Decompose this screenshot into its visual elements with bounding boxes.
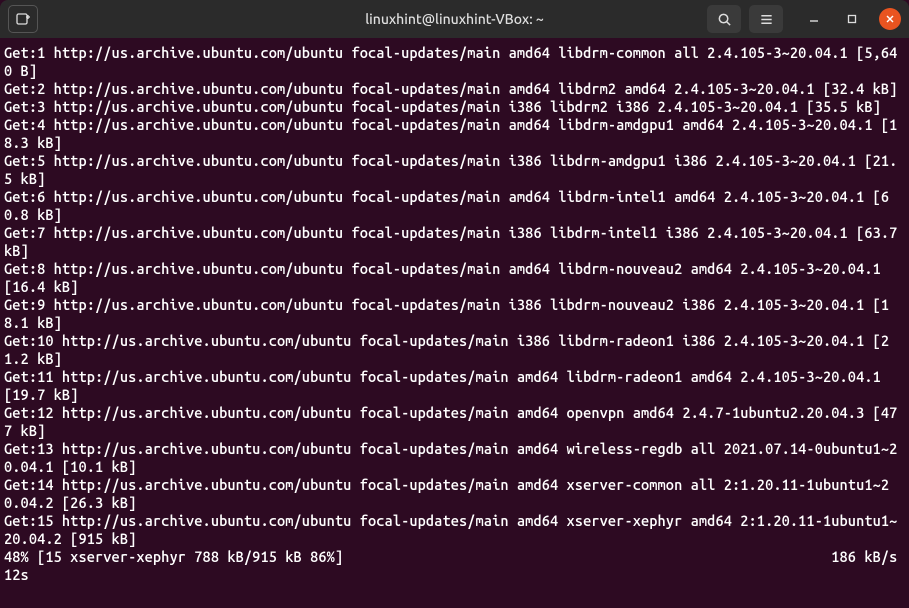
minimize-icon	[809, 14, 819, 24]
titlebar-left	[8, 5, 38, 33]
window-title: linuxhint@linuxhint-VBox: ~	[365, 11, 544, 27]
maximize-icon	[847, 14, 857, 24]
close-button[interactable]	[879, 8, 901, 30]
progress-line: 48% [15 xserver-xephyr 788 kB/915 kB 86%…	[4, 548, 906, 583]
minimize-button[interactable]	[803, 8, 825, 30]
new-tab-icon	[15, 11, 31, 27]
titlebar-right	[707, 5, 901, 33]
close-icon	[885, 14, 895, 24]
search-button[interactable]	[707, 5, 741, 33]
hamburger-menu-button[interactable]	[749, 5, 783, 33]
titlebar: linuxhint@linuxhint-VBox: ~	[0, 0, 909, 38]
new-tab-button[interactable]	[8, 5, 38, 33]
search-icon	[717, 12, 732, 27]
maximize-button[interactable]	[841, 8, 863, 30]
window-controls	[803, 8, 901, 30]
terminal-output[interactable]: Get:1 http://us.archive.ubuntu.com/ubunt…	[0, 38, 909, 608]
hamburger-icon	[759, 12, 774, 27]
terminal-lines: Get:1 http://us.archive.ubuntu.com/ubunt…	[4, 44, 906, 547]
